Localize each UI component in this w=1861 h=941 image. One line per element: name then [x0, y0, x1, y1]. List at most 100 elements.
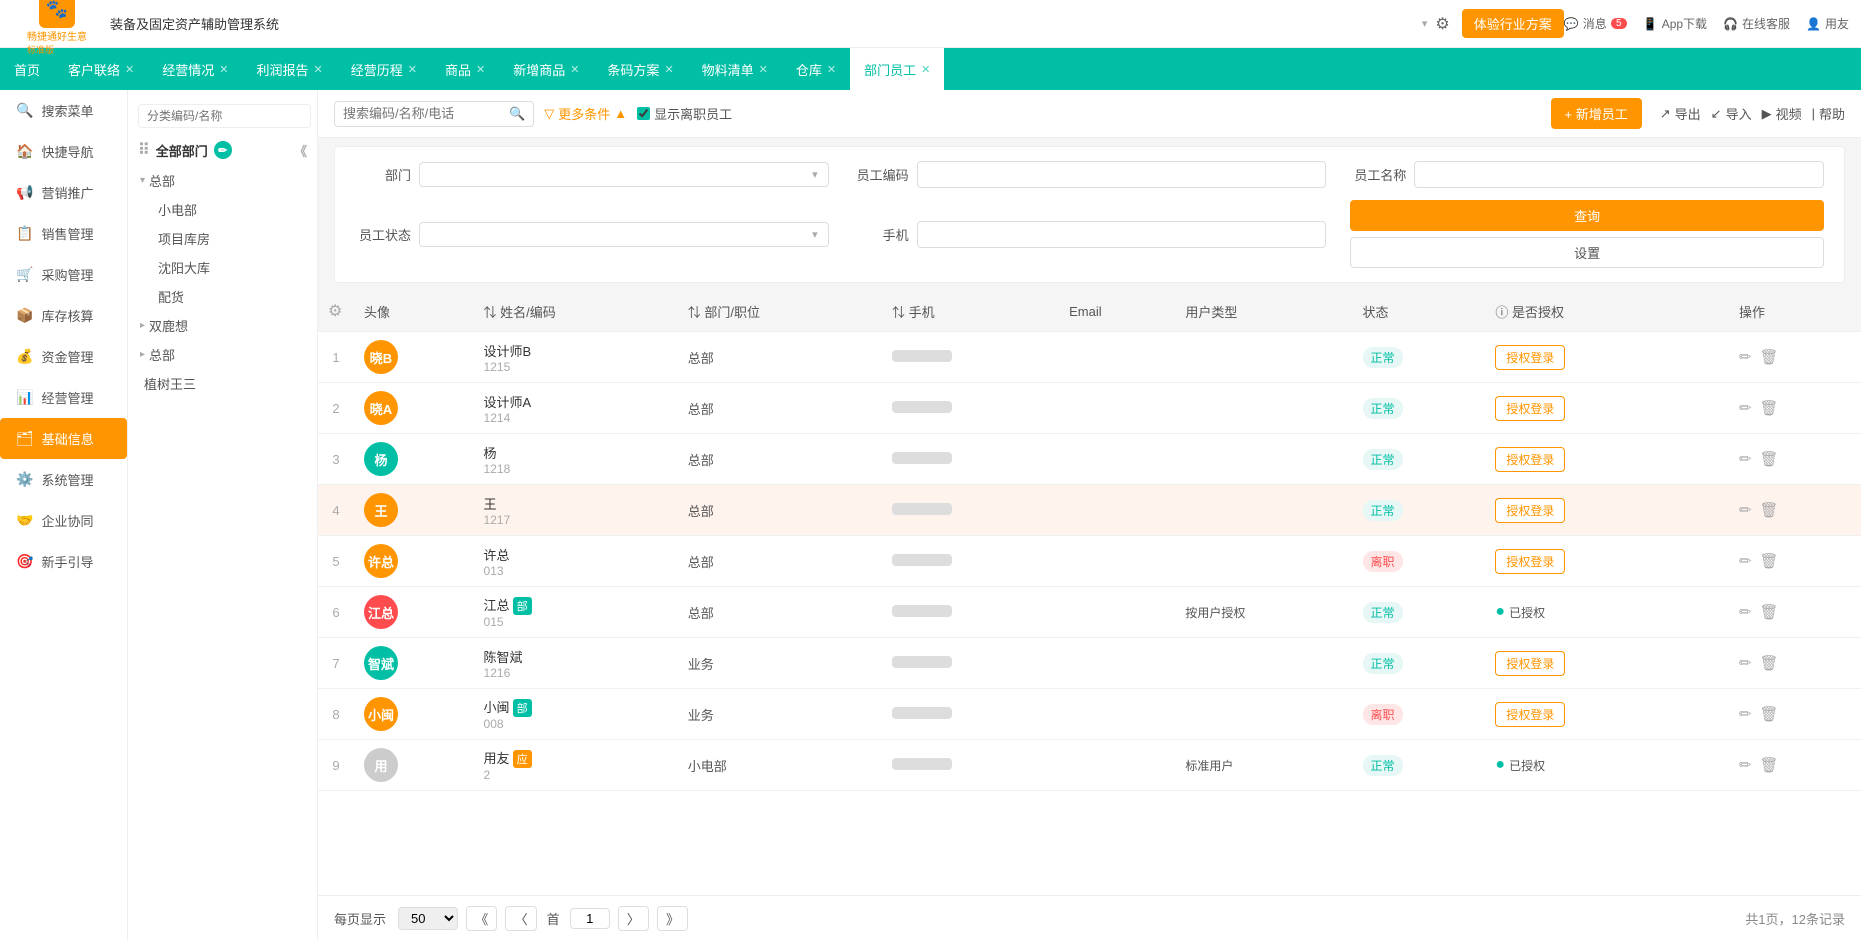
delete-icon[interactable]: 🗑: [1760, 756, 1779, 774]
settings-icon[interactable]: ⚙: [1435, 14, 1449, 34]
tab-new-goods[interactable]: 新增商品✕: [499, 48, 593, 90]
sidebar-item-operations[interactable]: 📊 经营管理: [0, 377, 127, 418]
edit-icon[interactable]: ✏: [1739, 705, 1752, 723]
dept-node-project[interactable]: 项目库房: [150, 224, 309, 253]
edit-icon[interactable]: ✏: [1739, 654, 1752, 672]
export-button[interactable]: ↗ 导出: [1660, 104, 1701, 123]
sidebar-item-basic[interactable]: 🗂 基础信息: [0, 418, 127, 459]
help-button[interactable]: | 帮助: [1812, 104, 1845, 123]
more-filters-button[interactable]: ▽ 更多条件 ▲: [544, 104, 627, 123]
last-page-button[interactable]: 》: [657, 906, 688, 931]
prev-page-button[interactable]: 〈: [505, 906, 536, 931]
tab-close-icon[interactable]: ✕: [759, 63, 768, 76]
tab-close-icon[interactable]: ✕: [476, 63, 485, 76]
delete-icon[interactable]: 🗑: [1760, 348, 1779, 366]
first-page-button[interactable]: 《: [466, 906, 497, 931]
sidebar-item-finance[interactable]: 💰 资金管理: [0, 336, 127, 377]
delete-icon[interactable]: 🗑: [1760, 705, 1779, 723]
search-icon[interactable]: 🔍: [509, 106, 525, 122]
sidebar-item-sales[interactable]: 📋 销售管理: [0, 213, 127, 254]
tab-close-icon[interactable]: ✕: [664, 63, 673, 76]
sidebar-item-collab[interactable]: 🤝 企业协同: [0, 500, 127, 541]
sidebar-item-guide[interactable]: 🎯 新手引导: [0, 541, 127, 582]
sidebar-item-marketing[interactable]: 📢 营销推广: [0, 172, 127, 213]
phone-input[interactable]: [917, 221, 1327, 248]
delete-icon[interactable]: 🗑: [1760, 450, 1779, 468]
tab-warehouse[interactable]: 仓库✕: [782, 48, 850, 90]
page-size-select[interactable]: 50 100: [398, 907, 458, 930]
edit-icon[interactable]: ✏: [1739, 348, 1752, 366]
tab-close-icon[interactable]: ✕: [921, 63, 930, 76]
edit-icon[interactable]: ✏: [1739, 603, 1752, 621]
sidebar-item-search[interactable]: 🔍 搜索菜单: [0, 90, 127, 131]
auth-login-button[interactable]: 授权登录: [1495, 447, 1565, 472]
edit-icon[interactable]: ✏: [1739, 756, 1752, 774]
online-service-button[interactable]: 🎧 在线客服: [1723, 15, 1790, 32]
auth-login-button[interactable]: 授权登录: [1495, 396, 1565, 421]
row-num: 4: [318, 485, 354, 536]
auth-login-button[interactable]: 授权登录: [1495, 498, 1565, 523]
sidebar-item-nav[interactable]: 🏠 快捷导航: [0, 131, 127, 172]
view-button[interactable]: ▶ 视频: [1762, 104, 1802, 123]
auth-login-button[interactable]: 授权登录: [1495, 345, 1565, 370]
auth-login-button[interactable]: 授权登录: [1495, 549, 1565, 574]
dept-node-small-elec[interactable]: 小电部: [150, 195, 309, 224]
sidebar-item-system[interactable]: ⚙️ 系统管理: [0, 459, 127, 500]
delete-icon[interactable]: 🗑: [1760, 603, 1779, 621]
tab-profit[interactable]: 利润报告✕: [242, 48, 336, 90]
delete-icon[interactable]: 🗑: [1760, 399, 1779, 417]
dept-edit-icon[interactable]: ✏: [214, 141, 232, 159]
tab-close-icon[interactable]: ✕: [570, 63, 579, 76]
dept-collapse-icon[interactable]: 《: [294, 141, 307, 160]
status-filter-select[interactable]: ▾: [419, 222, 829, 247]
sidebar-item-purchase[interactable]: 🛒 采购管理: [0, 254, 127, 295]
add-employee-button[interactable]: + 新增员工: [1551, 98, 1642, 129]
next-page-button[interactable]: 〉: [618, 906, 649, 931]
dept-node-delivery[interactable]: 配货: [150, 282, 309, 311]
tab-customer[interactable]: 客户联络✕: [54, 48, 148, 90]
column-settings-icon[interactable]: ⚙: [328, 303, 342, 320]
tab-history[interactable]: 经营历程✕: [337, 48, 431, 90]
emp-name-input[interactable]: [1414, 161, 1824, 188]
title-dropdown-icon[interactable]: ▾: [1422, 17, 1428, 30]
dept-node-parent-headquarters[interactable]: ▾ 总部: [136, 166, 309, 195]
tab-home[interactable]: 首页: [0, 48, 54, 90]
edit-icon[interactable]: ✏: [1739, 399, 1752, 417]
query-button[interactable]: 查询: [1350, 200, 1824, 231]
dept-filter-select[interactable]: ▾: [419, 162, 829, 187]
emp-code-input[interactable]: [917, 161, 1327, 188]
trial-button[interactable]: 体验行业方案: [1462, 9, 1564, 38]
edit-icon[interactable]: ✏: [1739, 450, 1752, 468]
edit-icon[interactable]: ✏: [1739, 552, 1752, 570]
set-button[interactable]: 设置: [1350, 237, 1824, 268]
tab-close-icon[interactable]: ✕: [125, 63, 134, 76]
edit-icon[interactable]: ✏: [1739, 501, 1752, 519]
tab-close-icon[interactable]: ✕: [219, 63, 228, 76]
dept-search-input[interactable]: [138, 104, 311, 128]
dept-node-parent-dual[interactable]: ▸ 双鹿想: [136, 311, 309, 340]
message-button[interactable]: 💬 消息 5: [1564, 15, 1627, 32]
import-button[interactable]: ↙ 导入: [1711, 104, 1752, 123]
tab-barcode[interactable]: 条码方案✕: [593, 48, 687, 90]
delete-icon[interactable]: 🗑: [1760, 654, 1779, 672]
tab-bom[interactable]: 物料清单✕: [688, 48, 782, 90]
tab-close-icon[interactable]: ✕: [314, 63, 323, 76]
auth-login-button[interactable]: 授权登录: [1495, 702, 1565, 727]
delete-icon[interactable]: 🗑: [1760, 552, 1779, 570]
dept-node-shenyang[interactable]: 沈阳大库: [150, 253, 309, 282]
dept-node-parent-hq2[interactable]: ▸ 总部: [136, 340, 309, 369]
tab-goods[interactable]: 商品✕: [431, 48, 499, 90]
tab-dept-employee[interactable]: 部门员工✕: [850, 48, 944, 90]
app-download-button[interactable]: 📱 App下载: [1643, 15, 1707, 32]
sidebar-item-inventory[interactable]: 📦 库存核算: [0, 295, 127, 336]
page-input[interactable]: [570, 908, 610, 929]
dept-node-planttree[interactable]: 植树王三: [136, 369, 309, 398]
tab-close-icon[interactable]: ✕: [408, 63, 417, 76]
user-button[interactable]: 👤 用友: [1806, 15, 1849, 32]
delete-icon[interactable]: 🗑: [1760, 501, 1779, 519]
auth-login-button[interactable]: 授权登录: [1495, 651, 1565, 676]
show-resigned-checkbox[interactable]: [637, 107, 650, 120]
search-input[interactable]: [343, 106, 503, 121]
tab-close-icon[interactable]: ✕: [827, 63, 836, 76]
tab-operation[interactable]: 经营情况✕: [148, 48, 242, 90]
